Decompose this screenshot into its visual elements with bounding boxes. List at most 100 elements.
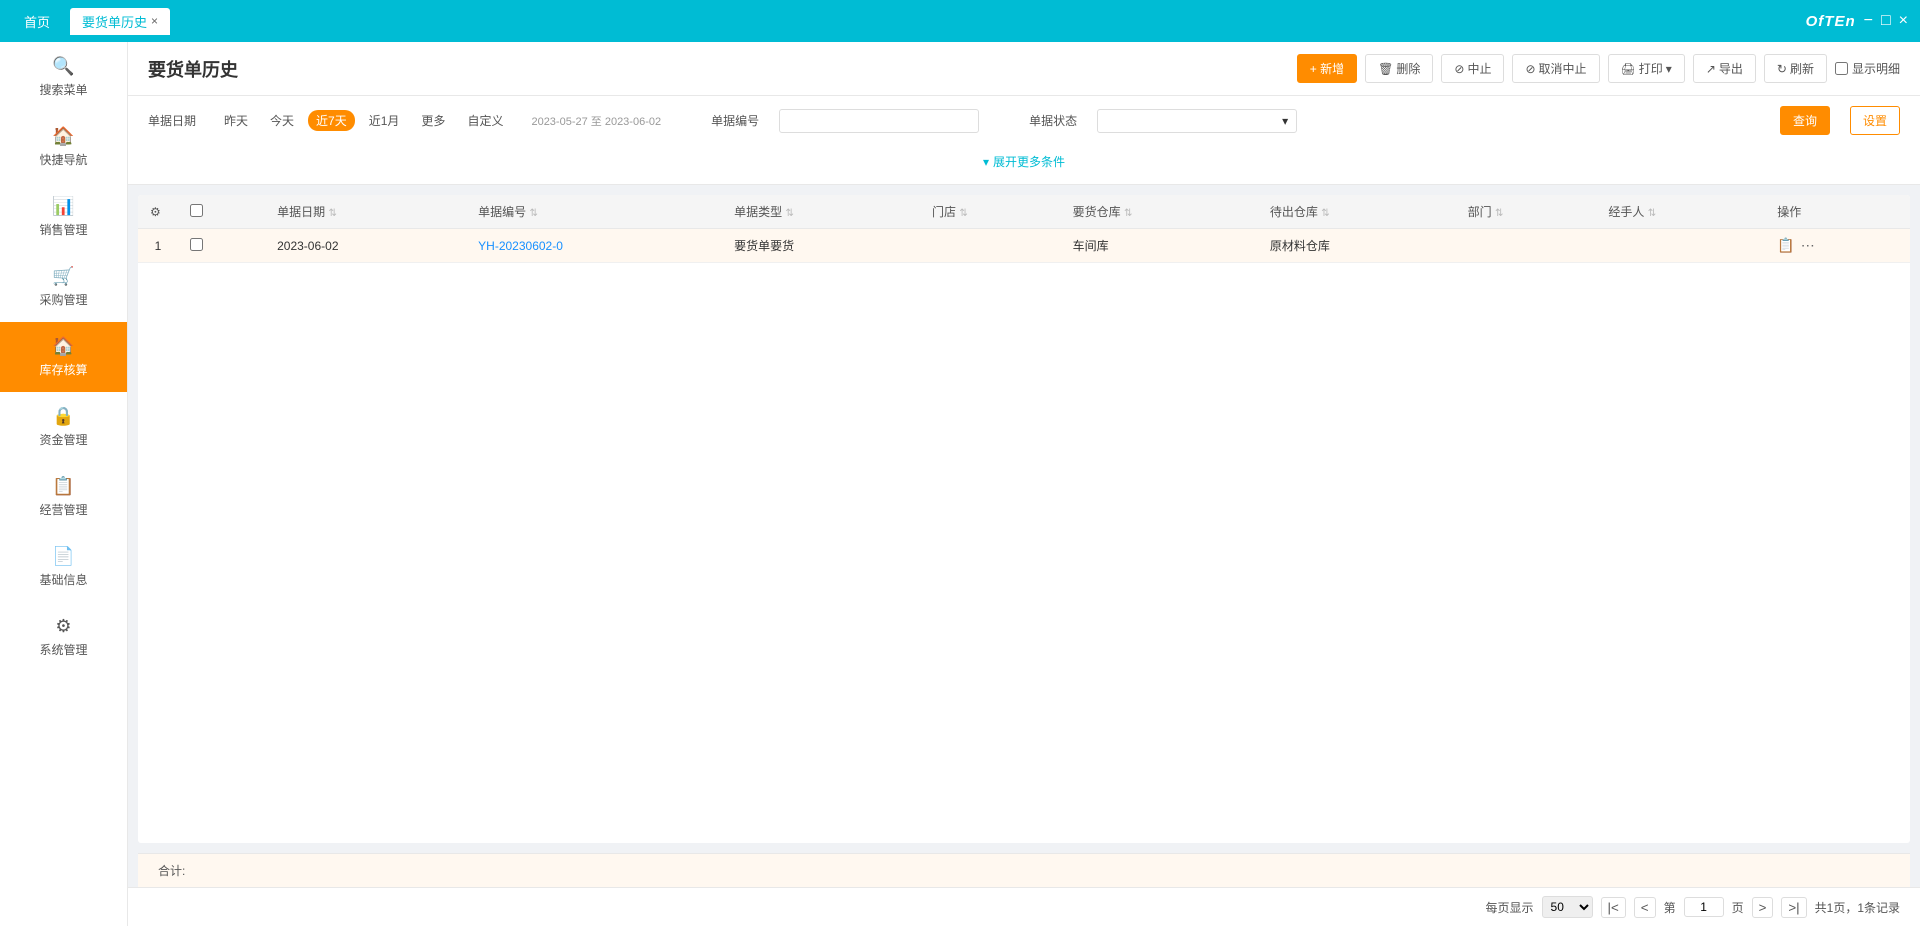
handler-sort-icon: ⇅ [1648, 208, 1656, 219]
export-button[interactable]: ↗ 导出 [1693, 54, 1756, 83]
page-number-input[interactable] [1684, 897, 1724, 917]
brand-logo: OfTEn [1806, 13, 1856, 30]
row-checkbox[interactable] [178, 229, 265, 263]
delete-button[interactable]: 🗑 删除 [1365, 54, 1433, 83]
row-store [920, 229, 1061, 263]
expand-conditions-button[interactable]: ▾ 展开更多条件 [975, 149, 1073, 174]
stop-button[interactable]: ⊘ 中止 [1441, 54, 1504, 83]
status-select-arrow: ▾ [1282, 114, 1288, 128]
sidebar-item-search[interactable]: 🔍 搜索菜单 [0, 42, 127, 112]
sidebar-item-search-label: 搜索菜单 [39, 81, 87, 98]
cancel-stop-button[interactable]: ⊘ 取消中止 [1512, 54, 1599, 83]
edit-action-icon[interactable]: 📋 [1777, 237, 1794, 254]
sidebar-item-basic-info[interactable]: 📄 基础信息 [0, 532, 127, 602]
show-detail-checkbox-label[interactable]: 显示明细 [1835, 60, 1900, 77]
row-billno[interactable]: YH-20230602-0 [466, 229, 722, 263]
last-page-button[interactable]: >| [1781, 897, 1806, 918]
sidebar-item-quick-nav[interactable]: 🏠 快捷导航 [0, 112, 127, 182]
first-page-button[interactable]: |< [1601, 897, 1626, 918]
col-target-warehouse-label: 待出仓库 [1270, 205, 1318, 219]
search-icon: 🔍 [52, 56, 74, 77]
sidebar-item-system-label: 系统管理 [39, 641, 87, 658]
col-handler[interactable]: 经手人 ⇅ [1596, 195, 1765, 229]
sidebar-item-system[interactable]: ⚙ 系统管理 [0, 602, 127, 672]
col-date[interactable]: 单据日期 ⇅ [265, 195, 466, 229]
export-icon: ↗ [1706, 62, 1716, 76]
sidebar: 🔍 搜索菜单 🏠 快捷导航 📊 销售管理 🛒 采购管理 🏠 库存核算 🔒 [0, 42, 128, 926]
col-billtype-label: 单据类型 [734, 205, 782, 219]
col-target-warehouse[interactable]: 待出仓库 ⇅ [1258, 195, 1456, 229]
col-billno[interactable]: 单据编号 ⇅ [466, 195, 722, 229]
expand-icon: ▾ [983, 155, 989, 169]
page-title: 要货单历史 [148, 56, 238, 82]
warehouse-sort-icon: ⇅ [1124, 208, 1132, 219]
date-btn-custom[interactable]: 自定义 [459, 110, 511, 131]
bill-no-input[interactable] [779, 109, 979, 133]
sidebar-item-finance-label: 资金管理 [39, 431, 87, 448]
row-department [1456, 229, 1597, 263]
cancel-stop-label: 取消中止 [1539, 60, 1587, 77]
export-label: 导出 [1719, 60, 1743, 77]
print-button[interactable]: 🖨 打印 ▾ [1608, 54, 1685, 83]
maximize-icon[interactable]: □ [1881, 12, 1891, 30]
operations-icon: 📋 [52, 476, 74, 497]
minimize-icon[interactable]: − [1864, 12, 1873, 30]
refresh-button[interactable]: ↻ 刷新 [1764, 54, 1827, 83]
col-department-label: 部门 [1468, 205, 1492, 219]
per-page-select[interactable]: 50 100 [1542, 896, 1593, 918]
date-btn-yesterday[interactable]: 昨天 [216, 110, 256, 131]
close-tab-icon[interactable]: × [151, 14, 158, 28]
table-header: ⚙ 单据日期 ⇅ 单据编号 ⇅ 单据类型 ⇅ 门店 ⇅ 要货仓库 ⇅ 待出仓库 … [138, 195, 1910, 229]
sidebar-item-quick-nav-label: 快捷导航 [39, 151, 87, 168]
footer-summary: 合计: [138, 853, 1910, 887]
date-btn-1month[interactable]: 近1月 [361, 110, 408, 131]
close-window-icon[interactable]: × [1899, 12, 1908, 30]
row-target-warehouse: 原材料仓库 [1258, 229, 1456, 263]
more-action-icon[interactable]: ⋯ [1801, 237, 1815, 254]
col-checkbox[interactable] [178, 195, 265, 229]
next-page-button[interactable]: > [1752, 897, 1774, 918]
show-detail-label: 显示明细 [1852, 60, 1900, 77]
col-handler-label: 经手人 [1608, 205, 1644, 219]
top-bar-right: OfTEn − □ × [1806, 12, 1908, 30]
date-btn-today[interactable]: 今天 [262, 110, 302, 131]
col-warehouse[interactable]: 要货仓库 ⇅ [1061, 195, 1258, 229]
row-select-checkbox[interactable] [190, 238, 203, 251]
chart-icon: 📊 [52, 196, 74, 217]
lock-icon: 🔒 [52, 406, 74, 427]
date-btn-7days[interactable]: 近7天 [308, 110, 355, 131]
query-button[interactable]: 查询 [1780, 106, 1830, 135]
sidebar-item-purchase[interactable]: 🛒 采购管理 [0, 252, 127, 322]
col-store[interactable]: 门店 ⇅ [920, 195, 1061, 229]
home-tab[interactable]: 首页 [12, 12, 62, 31]
row-warehouse: 车间库 [1061, 229, 1258, 263]
bill-no-link[interactable]: YH-20230602-0 [478, 239, 563, 253]
col-billtype[interactable]: 单据类型 ⇅ [722, 195, 920, 229]
active-tab-label: 要货单历史 [82, 12, 147, 31]
delete-label: 删除 [1396, 60, 1420, 77]
content-area: 要货单历史 + 新增 🗑 删除 ⊘ 中止 ⊘ 取消中止 [128, 42, 1920, 926]
date-btn-more[interactable]: 更多 [413, 110, 453, 131]
col-settings[interactable]: ⚙ [138, 195, 178, 229]
summary-label: 合计: [158, 864, 185, 878]
sidebar-item-operations[interactable]: 📋 经营管理 [0, 462, 127, 532]
table-row: 1 2023-06-02 YH-20230602-0 要货单要货 车间库 原材料… [138, 229, 1910, 263]
select-all-checkbox[interactable] [190, 204, 203, 217]
stop-icon: ⊘ [1454, 62, 1464, 76]
status-label: 单据状态 [1029, 112, 1077, 129]
prev-page-button[interactable]: < [1634, 897, 1656, 918]
settings-button[interactable]: 设置 [1850, 106, 1900, 135]
sidebar-item-sales[interactable]: 📊 销售管理 [0, 182, 127, 252]
col-department[interactable]: 部门 ⇅ [1456, 195, 1597, 229]
status-select[interactable]: ▾ [1097, 109, 1297, 133]
department-sort-icon: ⇅ [1495, 208, 1503, 219]
per-page-label: 每页显示 [1486, 899, 1534, 916]
expand-label: 展开更多条件 [993, 153, 1065, 170]
col-billno-label: 单据编号 [478, 205, 526, 219]
show-detail-checkbox[interactable] [1835, 62, 1848, 75]
new-button[interactable]: + 新增 [1297, 54, 1357, 83]
sidebar-item-inventory[interactable]: 🏠 库存核算 [0, 322, 127, 392]
active-tab[interactable]: 要货单历史 × [70, 8, 170, 35]
sidebar-item-finance[interactable]: 🔒 资金管理 [0, 392, 127, 462]
pagination: 每页显示 50 100 |< < 第 页 > >| 共1页，1条记录 [128, 887, 1920, 926]
